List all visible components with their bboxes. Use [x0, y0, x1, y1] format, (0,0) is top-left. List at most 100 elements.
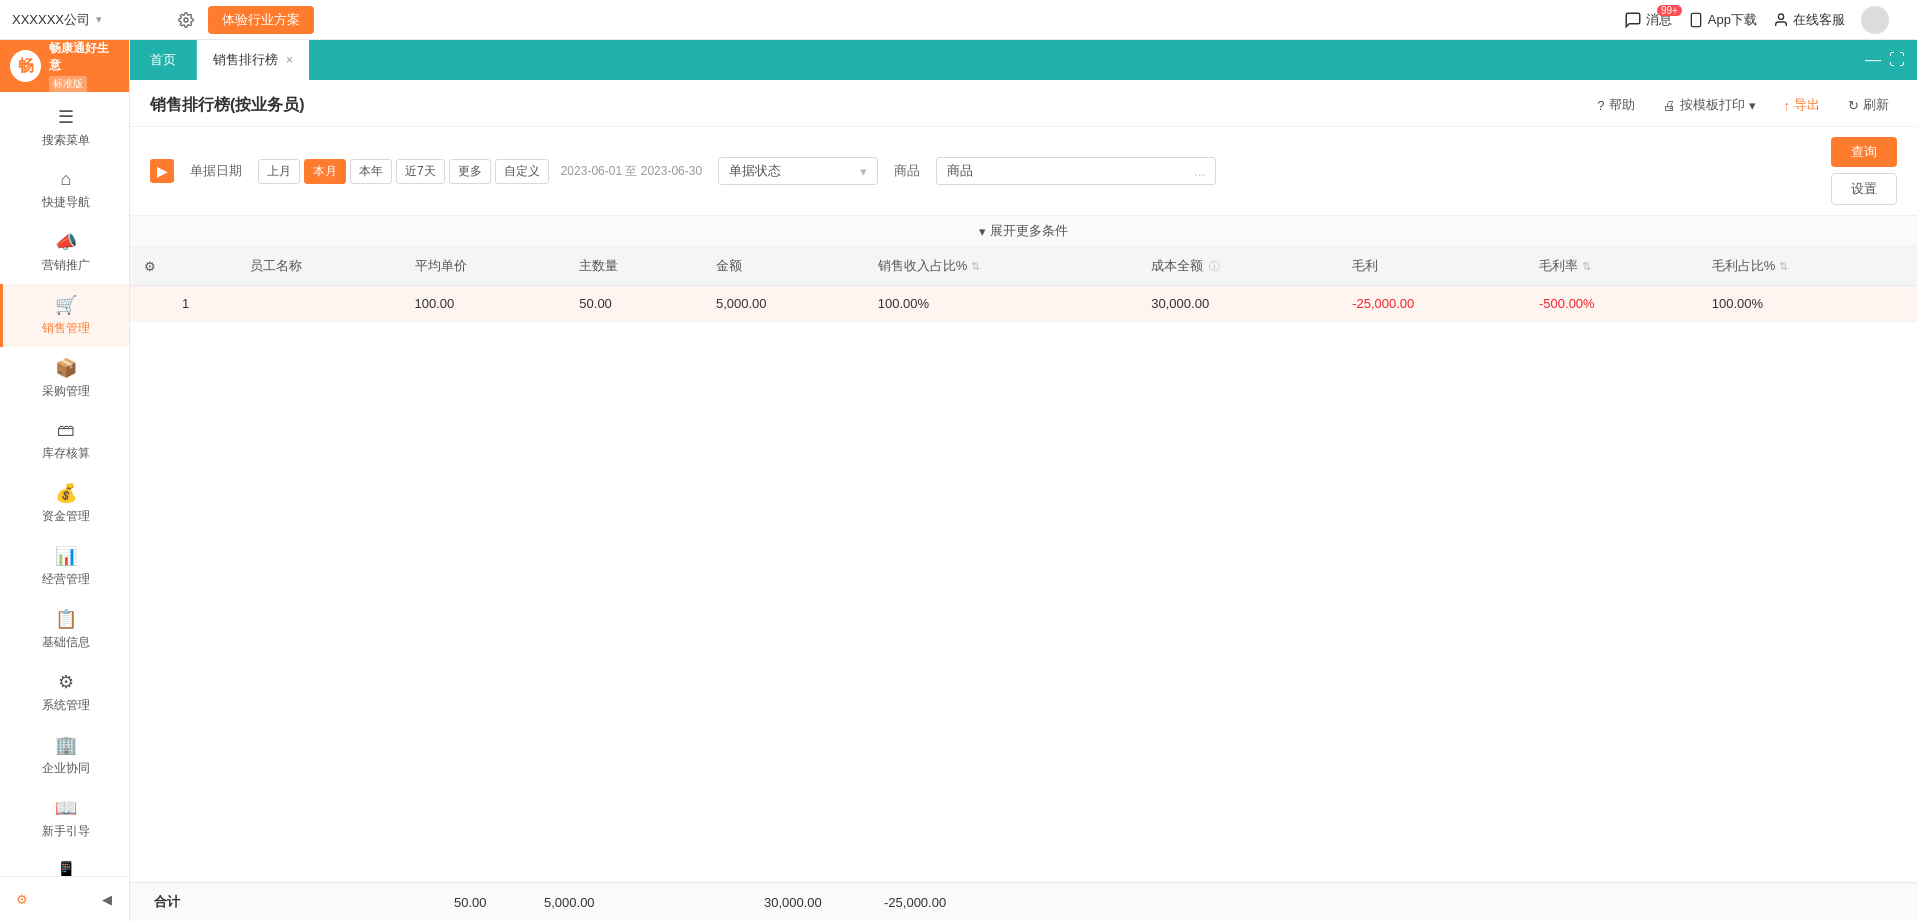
- date-btn-current-year[interactable]: 本年: [350, 159, 392, 184]
- date-btn-current-month[interactable]: 本月: [304, 159, 346, 184]
- date-btn-more[interactable]: 更多: [449, 159, 491, 184]
- sidebar-item-basic-info[interactable]: 📋 基础信息: [0, 598, 129, 661]
- sort-gross-rate-icon[interactable]: ⇅: [1582, 260, 1591, 272]
- svg-point-0: [184, 18, 188, 22]
- row-gross-rate: -500.00%: [1527, 286, 1700, 322]
- cost-amount-info-icon[interactable]: ⓘ: [1209, 260, 1220, 272]
- settings-gear-button[interactable]: [172, 6, 200, 34]
- tab-home-label: 首页: [150, 51, 176, 69]
- footer-main-qty: 50.00: [442, 895, 532, 910]
- sidebar-item-enterprise[interactable]: 🏢 企业协同: [0, 724, 129, 787]
- expand-conditions-button[interactable]: ▾ 展开更多条件: [979, 222, 1068, 240]
- tab-sales-ranking-label: 销售排行榜: [213, 51, 278, 69]
- sort-sales-ratio-icon[interactable]: ⇅: [971, 260, 980, 272]
- table-container: ⚙ 员工名称 平均单价 主数量 金额 销售收入占比% ⇅ 成本全额: [130, 247, 1917, 882]
- col-amount: 金额: [704, 247, 866, 286]
- sidebar-item-finance[interactable]: 💰 资金管理: [0, 472, 129, 535]
- date-filter-label: 单据日期: [190, 162, 242, 180]
- sidebar-item-search-order[interactable]: ☰ 搜索菜单: [0, 96, 129, 159]
- date-btn-last-month[interactable]: 上月: [258, 159, 300, 184]
- sidebar-item-quick-nav[interactable]: ⌂ 快捷导航: [0, 159, 129, 221]
- tab-minimize-button[interactable]: —: [1865, 51, 1881, 69]
- col-name: 员工名称: [238, 247, 403, 286]
- query-button[interactable]: 查询: [1831, 137, 1897, 167]
- company-name: XXXXXX公司: [12, 11, 90, 29]
- col-main-qty: 主数量: [567, 247, 704, 286]
- avatar[interactable]: [1861, 6, 1889, 34]
- app-download-button[interactable]: App下载: [1688, 11, 1757, 29]
- export-button[interactable]: ↑ 导出: [1776, 92, 1829, 118]
- status-chevron-icon: ▾: [860, 164, 867, 179]
- system-icon: ⚙: [58, 671, 74, 693]
- sidebar-item-sales[interactable]: 🛒 销售管理: [0, 284, 129, 347]
- sidebar-label-operations: 经营管理: [42, 571, 90, 588]
- goods-more-icon[interactable]: ...: [1194, 164, 1205, 179]
- sidebar-item-operations[interactable]: 📊 经营管理: [0, 535, 129, 598]
- help-button[interactable]: ? 帮助: [1589, 92, 1642, 118]
- sidebar-item-guide[interactable]: 📖 新手引导: [0, 787, 129, 850]
- message-button[interactable]: 消息 99+: [1624, 11, 1672, 29]
- message-badge: 99+: [1657, 5, 1682, 16]
- sort-gross-ratio-icon[interactable]: ⇅: [1779, 260, 1788, 272]
- row-settings-cell: [130, 286, 170, 322]
- print-icon: 🖨: [1663, 98, 1676, 113]
- trial-button[interactable]: 体验行业方案: [208, 6, 314, 34]
- footer-gross-profit: -25,000.00: [872, 895, 992, 910]
- table-header-row: ⚙ 员工名称 平均单价 主数量 金额 销售收入占比% ⇅ 成本全额: [130, 247, 1917, 286]
- sidebar-item-inventory[interactable]: 🗃 库存核算: [0, 410, 129, 472]
- svg-rect-1: [1691, 13, 1700, 26]
- row-name: [238, 286, 403, 322]
- sidebar-collapse-button[interactable]: ◀: [93, 885, 121, 913]
- tab-close-icon[interactable]: ×: [286, 53, 293, 67]
- expand-bar: ▾ 展开更多条件: [130, 216, 1917, 247]
- row-rank: 1: [170, 286, 238, 322]
- sidebar-item-app-center[interactable]: 📱 应用中心: [0, 850, 129, 876]
- sidebar-item-purchase[interactable]: 📦 采购管理: [0, 347, 129, 410]
- app-download-label: App下载: [1708, 11, 1757, 29]
- logo-text: 畅康通好生意 标准版: [49, 40, 119, 92]
- page-header: 销售排行榜(按业务员) ? 帮助 🖨 按模板打印 ▾ ↑ 导出: [130, 80, 1917, 127]
- sidebar-label-guide: 新手引导: [42, 823, 90, 840]
- filter-actions: 查询 设置: [1811, 137, 1897, 205]
- date-btn-custom[interactable]: 自定义: [495, 159, 549, 184]
- status-filter-label: 单据状态: [729, 162, 781, 180]
- quick-nav-icon: ⌂: [61, 169, 72, 190]
- settings-side-button[interactable]: 设置: [1831, 173, 1897, 205]
- goods-filter-label: 商品: [894, 162, 920, 180]
- tab-fullscreen-button[interactable]: ⛶: [1889, 51, 1905, 69]
- row-amount: 5,000.00: [704, 286, 866, 322]
- sidebar-label-marketing: 营销推广: [42, 257, 90, 274]
- template-print-button[interactable]: 🖨 按模板打印 ▾: [1655, 92, 1764, 118]
- status-filter[interactable]: 单据状态 ▾: [718, 157, 878, 185]
- tab-sales-ranking[interactable]: 销售排行榜 ×: [197, 40, 309, 80]
- company-selector[interactable]: XXXXXX公司 ▾: [12, 11, 172, 29]
- header-right: 消息 99+ App下载 在线客服: [1624, 6, 1905, 34]
- refresh-button[interactable]: ↻ 刷新: [1840, 92, 1897, 118]
- logo-icon: 畅: [10, 50, 41, 82]
- footer-amount: 5,000.00: [532, 895, 632, 910]
- tab-bar-right: — ⛶: [1865, 40, 1917, 80]
- table-footer: 合计 50.00 5,000.00 30,000.00 -25,000.00: [130, 882, 1917, 921]
- sales-icon: 🛒: [55, 294, 77, 316]
- sidebar-item-system[interactable]: ⚙ 系统管理: [0, 661, 129, 724]
- sidebar-settings-button[interactable]: ⚙: [8, 885, 36, 913]
- filter-arrow-toggle[interactable]: ▶: [150, 159, 174, 183]
- goods-filter[interactable]: 商品 ...: [936, 157, 1216, 185]
- sidebar-label-system: 系统管理: [42, 697, 90, 714]
- purchase-icon: 📦: [55, 357, 77, 379]
- content-area: 首页 销售排行榜 × — ⛶ 销售排行榜(按业务员) ? 帮助: [130, 40, 1917, 921]
- online-service-button[interactable]: 在线客服: [1773, 11, 1845, 29]
- col-settings[interactable]: ⚙: [130, 247, 170, 286]
- sidebar-label-sales: 销售管理: [42, 320, 90, 337]
- sidebar-item-marketing[interactable]: 📣 营销推广: [0, 221, 129, 284]
- operations-icon: 📊: [55, 545, 77, 567]
- help-icon: ?: [1597, 98, 1604, 113]
- sidebar-bottom: ⚙ ◀: [0, 876, 129, 921]
- filter-bar: ▶ 单据日期 上月 本月 本年 近7天 更多 自定义 2023-06-01 至 …: [130, 127, 1917, 216]
- sidebar-label-inventory: 库存核算: [42, 445, 90, 462]
- sidebar-label-search-order: 搜索菜单: [42, 132, 90, 149]
- sidebar-label-basic-info: 基础信息: [42, 634, 90, 651]
- date-btn-last-7-days[interactable]: 近7天: [396, 159, 445, 184]
- export-icon: ↑: [1784, 98, 1791, 113]
- tab-home[interactable]: 首页: [130, 40, 197, 80]
